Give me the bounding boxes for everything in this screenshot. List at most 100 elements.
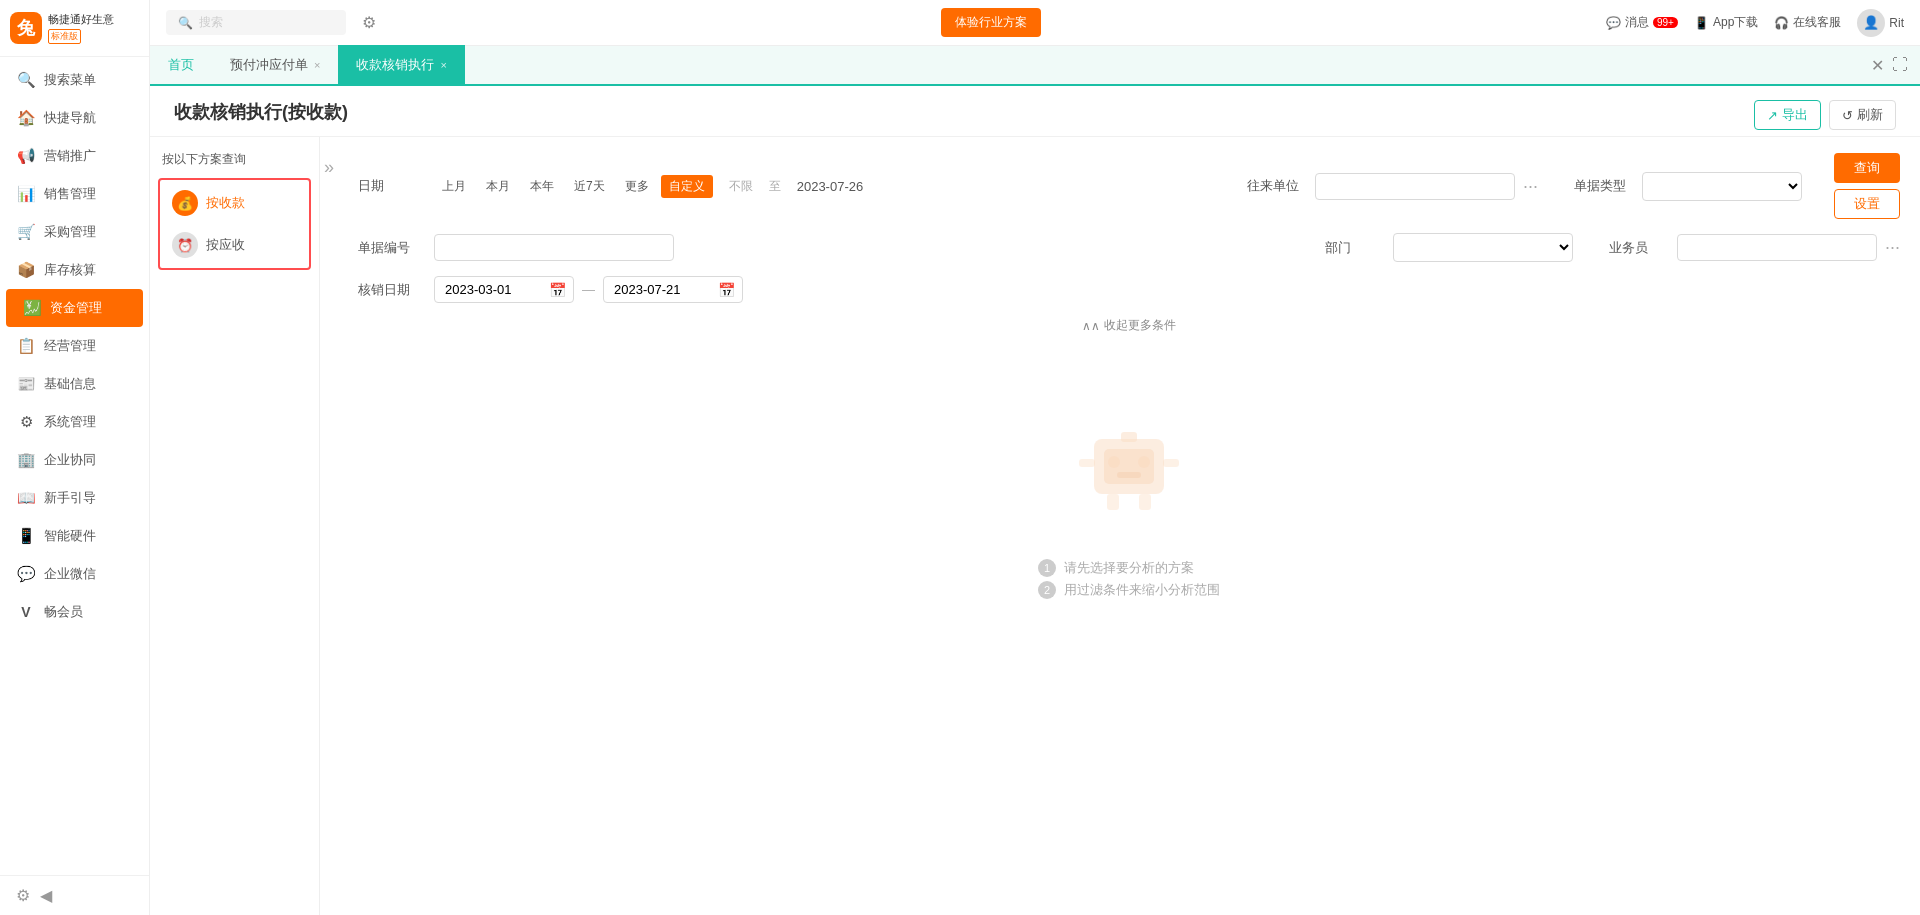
settings-btn[interactable]: 设置 (1834, 189, 1900, 219)
sidebar-item-guide[interactable]: 📖 新手引导 (0, 479, 149, 517)
sidebar-item-purchase[interactable]: 🛒 采购管理 (0, 213, 149, 251)
dept-select[interactable] (1393, 233, 1573, 262)
refresh-icon: ↺ (1842, 108, 1853, 123)
user-name: Rit (1889, 16, 1904, 30)
filter-option-receipt[interactable]: 💰 按收款 (164, 184, 305, 222)
date-btn-custom[interactable]: 自定义 (661, 175, 713, 198)
receivable-icon: ⏰ (172, 232, 198, 258)
quick-nav-icon: 🏠 (16, 109, 36, 127)
sidebar-label-wechat: 企业微信 (44, 565, 96, 583)
query-btn[interactable]: 查询 (1834, 153, 1900, 183)
date-value: 2023-07-26 (797, 179, 864, 194)
svg-rect-8 (1107, 494, 1119, 510)
calendar-start-icon[interactable]: 📅 (549, 282, 566, 298)
tab1-close-icon[interactable]: × (314, 59, 320, 71)
main-area: 🔍 搜索 ⚙ 体验行业方案 💬 消息 99+ 📱 App下载 🎧 在线客服 👤 … (150, 0, 1920, 915)
sidebar-item-marketing[interactable]: 📢 营销推广 (0, 137, 149, 175)
filter-option-receivable[interactable]: ⏰ 按应收 (164, 226, 305, 264)
sidebar-item-finance[interactable]: 💹 资金管理 (6, 289, 143, 327)
date-btn-7days[interactable]: 近7天 (566, 175, 613, 198)
writeoff-end-wrap: 📅 (603, 276, 743, 303)
sidebar-item-sales[interactable]: 📊 销售管理 (0, 175, 149, 213)
sidebar-item-wechat[interactable]: 💬 企业微信 (0, 555, 149, 593)
sidebar-label-marketing: 营销推广 (44, 147, 96, 165)
doc-type-field-wrap: 单据类型 (1574, 172, 1802, 201)
page-actions: ↗ 导出 ↺ 刷新 (1754, 100, 1896, 130)
doc-no-input[interactable] (434, 234, 674, 261)
sidebar: 兔 畅捷通好生意 标准版 🔍 搜索菜单 🏠 快捷导航 📢 营销推广 📊 销售管理… (0, 0, 150, 915)
query-form: 日期 上月 本月 本年 近7天 更多 自定义 不限 至 2023-07-26 往… (338, 137, 1920, 915)
tab-home[interactable]: 首页 (150, 45, 212, 85)
empty-state: 1 请先选择要分析的方案 2 用过滤条件来缩小分析范围 (358, 344, 1900, 663)
sidebar-item-basic-info[interactable]: 📰 基础信息 (0, 365, 149, 403)
sidebar-item-search-menu[interactable]: 🔍 搜索菜单 (0, 61, 149, 99)
date-quick-btns: 上月 本月 本年 近7天 更多 自定义 (434, 175, 713, 198)
calendar-end-icon[interactable]: 📅 (718, 282, 735, 298)
page-title: 收款核销执行(按收款) (174, 100, 1896, 124)
collapse-sidebar-icon[interactable]: ◀ (40, 886, 52, 905)
sidebar-item-enterprise[interactable]: 🏢 企业协同 (0, 441, 149, 479)
staff-more-icon[interactable]: ··· (1885, 237, 1900, 258)
doc-type-select[interactable] (1642, 172, 1802, 201)
sidebar-label-operations: 经营管理 (44, 337, 96, 355)
sidebar-item-smart-hw[interactable]: 📱 智能硬件 (0, 517, 149, 555)
tabs-actions: ✕ ⛶ (1871, 56, 1920, 75)
party-input[interactable] (1315, 173, 1515, 200)
filter-row-2: 单据编号 部门 业务员 ··· (358, 233, 1900, 262)
close-window-icon[interactable]: ✕ (1871, 56, 1884, 75)
search-placeholder: 搜索 (199, 14, 223, 31)
logo-icon: 兔 (10, 12, 42, 44)
user-area[interactable]: 👤 Rit (1857, 9, 1904, 37)
date-btn-thismonth[interactable]: 本月 (478, 175, 518, 198)
topbar-search[interactable]: 🔍 搜索 (166, 10, 346, 35)
panel-collapse-btn[interactable]: » (320, 137, 338, 915)
refresh-btn[interactable]: ↺ 刷新 (1829, 100, 1896, 130)
export-btn[interactable]: ↗ 导出 (1754, 100, 1821, 130)
message-btn[interactable]: 💬 消息 99+ (1606, 14, 1678, 31)
writeoff-date-label: 核销日期 (358, 281, 418, 299)
sidebar-label-quick-nav: 快捷导航 (44, 109, 96, 127)
sidebar-item-quick-nav[interactable]: 🏠 快捷导航 (0, 99, 149, 137)
tab2-close-icon[interactable]: × (440, 59, 446, 71)
maximize-icon[interactable]: ⛶ (1892, 56, 1908, 74)
sidebar-item-system[interactable]: ⚙ 系统管理 (0, 403, 149, 441)
sidebar-item-inventory[interactable]: 📦 库存核算 (0, 251, 149, 289)
date-label: 日期 (358, 177, 418, 195)
date-btn-thisyear[interactable]: 本年 (522, 175, 562, 198)
party-more-icon[interactable]: ··· (1523, 176, 1538, 197)
date-btn-lastmonth[interactable]: 上月 (434, 175, 474, 198)
sidebar-item-operations[interactable]: 📋 经营管理 (0, 327, 149, 365)
svg-rect-5 (1121, 432, 1137, 442)
settings-footer-icon[interactable]: ⚙ (16, 886, 30, 905)
svg-rect-9 (1139, 494, 1151, 510)
tab-writeoff[interactable]: 收款核销执行 × (338, 45, 464, 85)
collapse-label: 收起更多条件 (1104, 317, 1176, 334)
online-service-btn[interactable]: 🎧 在线客服 (1774, 14, 1841, 31)
staff-input[interactable] (1677, 234, 1877, 261)
app-download-btn[interactable]: 📱 App下载 (1694, 14, 1758, 31)
marketing-icon: 📢 (16, 147, 36, 165)
date-btn-more[interactable]: 更多 (617, 175, 657, 198)
tip2-num: 2 (1038, 581, 1056, 599)
sidebar-item-member[interactable]: V 畅会员 (0, 593, 149, 631)
doc-type-label: 单据类型 (1574, 177, 1634, 195)
chevron-up-icon: ∧∧ (1082, 319, 1100, 333)
sidebar-label-system: 系统管理 (44, 413, 96, 431)
date-no-limit: 不限 (729, 178, 753, 195)
guide-icon: 📖 (16, 489, 36, 507)
sidebar-label-smart-hw: 智能硬件 (44, 527, 96, 545)
svg-point-2 (1108, 456, 1120, 468)
collapse-conditions-btn[interactable]: ∧∧ 收起更多条件 (1082, 317, 1176, 334)
message-badge: 99+ (1653, 17, 1678, 28)
filter-option-receipt-label: 按收款 (206, 194, 245, 212)
search-icon-topbar: 🔍 (178, 16, 193, 30)
solution-btn[interactable]: 体验行业方案 (941, 8, 1041, 37)
tab-prepay[interactable]: 预付冲应付单 × (212, 45, 338, 85)
empty-tip-2: 2 用过滤条件来缩小分析范围 (1038, 581, 1220, 599)
tabs-bar: 首页 预付冲应付单 × 收款核销执行 × ✕ ⛶ (150, 46, 1920, 86)
collapse-conditions: ∧∧ 收起更多条件 (358, 317, 1900, 334)
wechat-icon: 💬 (16, 565, 36, 583)
tip1-num: 1 (1038, 559, 1056, 577)
gear-icon-topbar[interactable]: ⚙ (362, 13, 376, 32)
filter-panel: 按以下方案查询 💰 按收款 ⏰ 按应收 (150, 137, 320, 915)
